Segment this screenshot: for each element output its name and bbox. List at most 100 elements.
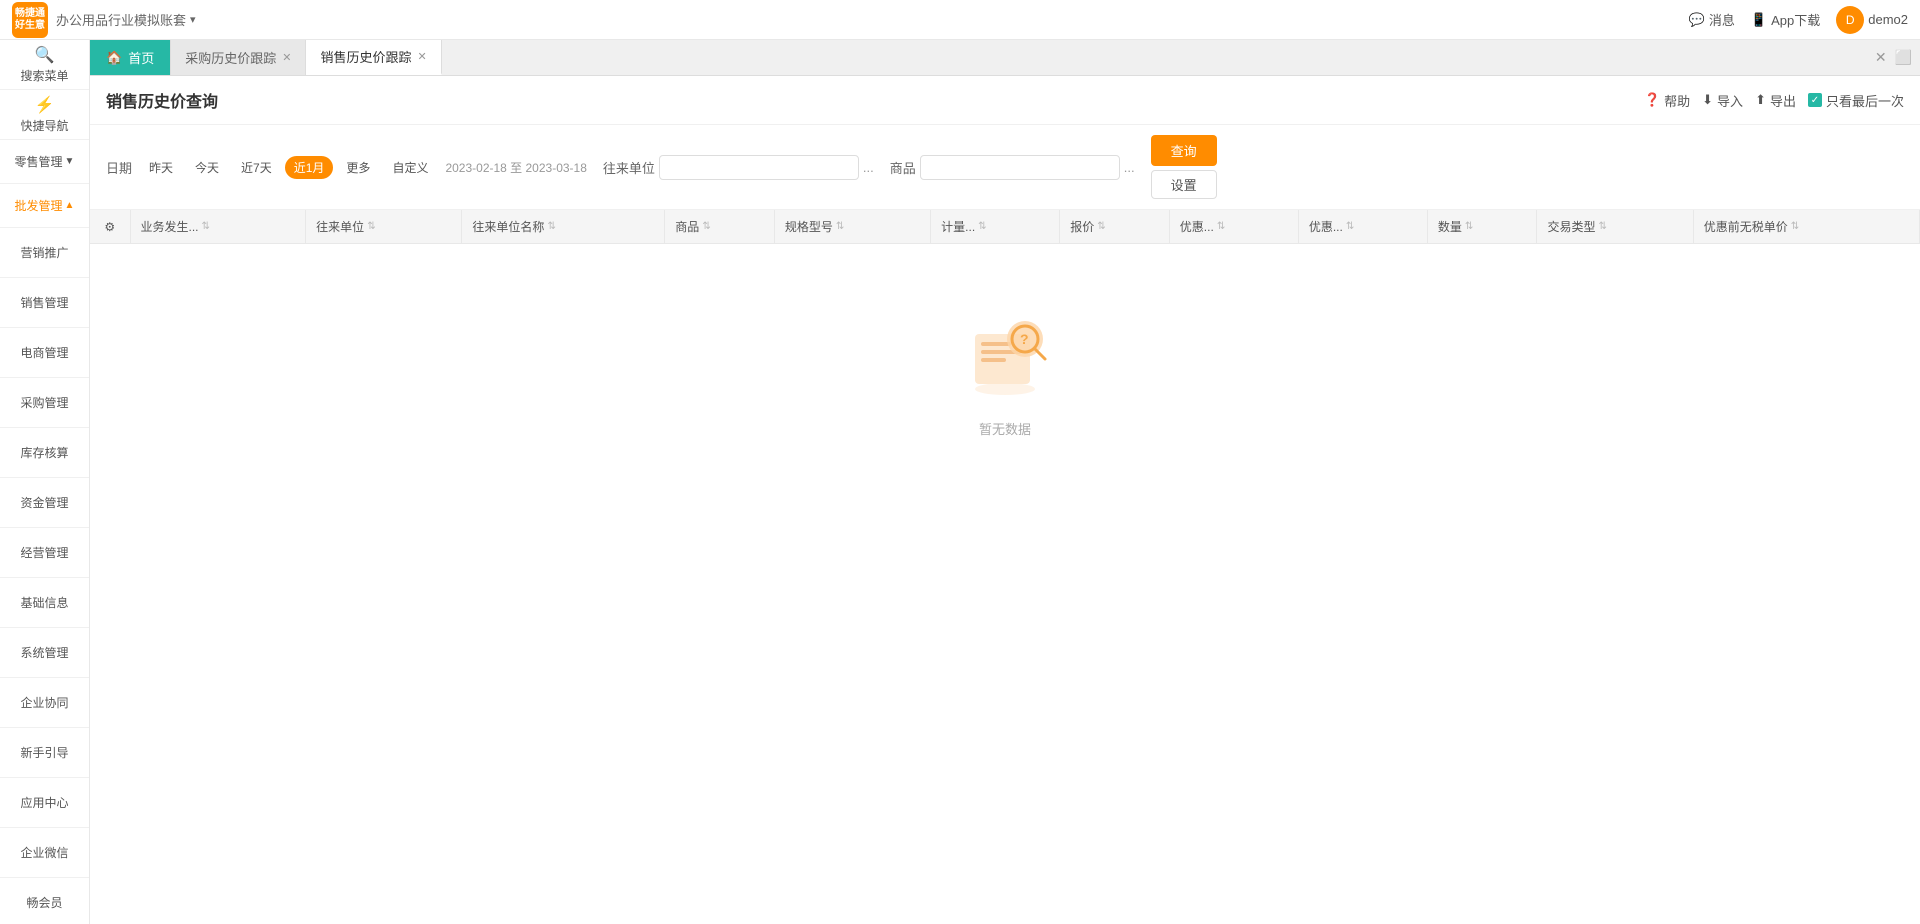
sidebar-item-enterprise[interactable]: 企业协同 — [0, 678, 89, 728]
top-bar: 畅捷通好生意 办公用品行业模拟账套 ▾ 💬 消息 📱 App下载 D demo2 — [0, 0, 1920, 40]
sidebar-item-wholesale[interactable]: 批发管理 ▲ — [0, 184, 89, 228]
sidebar-item-label: 经营管理 — [20, 544, 68, 561]
filter-row-date: 日期 昨天 今天 近7天 近1月 更多 自定义 2023-02-18 至 202… — [106, 156, 587, 179]
date-btn-7days[interactable]: 近7天 — [232, 156, 281, 179]
tab-home[interactable]: 🏠 首页 — [90, 40, 171, 75]
date-btn-1month[interactable]: 近1月 — [285, 156, 334, 179]
sidebar-item-label: 零售管理 — [15, 153, 63, 170]
sidebar-item-label: 电商管理 — [20, 344, 68, 361]
th-goods[interactable]: 商品 ⇅ — [665, 210, 775, 244]
sidebar-item-member[interactable]: 畅会员 — [0, 878, 89, 924]
th-biz-date[interactable]: 业务发生... ⇅ — [130, 210, 306, 244]
th-discount2[interactable]: 优惠... ⇅ — [1298, 210, 1427, 244]
sidebar-item-search-menu[interactable]: 🔍 搜索菜单 — [0, 40, 89, 90]
sort-icon: ⇅ — [1465, 221, 1473, 232]
sidebar-item-apps[interactable]: 应用中心 — [0, 778, 89, 828]
avatar: D — [1836, 6, 1864, 34]
goods-dots[interactable]: ... — [1124, 160, 1135, 175]
sidebar-item-marketing[interactable]: 营销推广 — [0, 228, 89, 278]
table-header: ⚙ 业务发生... ⇅ 往来单位 — [90, 210, 1920, 244]
only-last-checkbox-label[interactable]: 只看最后一次 — [1808, 91, 1904, 110]
tab-bar: 🏠 首页 采购历史价跟踪 ✕ 销售历史价跟踪 ✕ ✕ ⬜ — [90, 40, 1920, 76]
th-quantity[interactable]: 数量 ⇅ — [1427, 210, 1537, 244]
only-last-checkbox[interactable] — [1808, 93, 1822, 107]
maximize-icon[interactable]: ⬜ — [1895, 49, 1912, 66]
sidebar-item-wechat[interactable]: 企业微信 — [0, 828, 89, 878]
th-settings[interactable]: ⚙ — [90, 210, 130, 244]
sidebar-item-finance[interactable]: 资金管理 — [0, 478, 89, 528]
sidebar-item-label: 应用中心 — [20, 794, 68, 811]
sidebar-item-purchase[interactable]: 采购管理 — [0, 378, 89, 428]
empty-state: ? 暂无数据 — [90, 244, 1920, 498]
close-all-icon[interactable]: ✕ — [1875, 49, 1887, 66]
download-icon: 📱 — [1751, 12, 1767, 28]
setting-button[interactable]: 设置 — [1151, 170, 1217, 199]
goods-input[interactable] — [920, 155, 1120, 180]
partner-input[interactable] — [659, 155, 859, 180]
sort-icon: ⇅ — [547, 221, 555, 232]
th-partner-name[interactable]: 往来单位名称 ⇅ — [462, 210, 665, 244]
sort-icon: ⇅ — [1791, 221, 1799, 232]
arrow-down-icon: ▼ — [65, 156, 75, 167]
home-icon: 🏠 — [106, 50, 122, 66]
sidebar-item-label: 企业微信 — [20, 844, 68, 861]
th-pre-tax[interactable]: 优惠前无税单价 ⇅ — [1693, 210, 1919, 244]
sidebar-item-inventory[interactable]: 库存核算 — [0, 428, 89, 478]
filter-actions: 查询 设置 — [1151, 135, 1217, 199]
date-label: 日期 — [106, 158, 132, 177]
th-trade-type[interactable]: 交易类型 ⇅ — [1537, 210, 1693, 244]
export-icon: ⬆ — [1755, 92, 1766, 108]
main-layout: 🔍 搜索菜单 ⚡ 快捷导航 零售管理 ▼ 批发管理 ▲ 营销推广 销售管理 电商… — [0, 40, 1920, 924]
sidebar-item-label: 采购管理 — [20, 394, 68, 411]
sidebar-item-basic[interactable]: 基础信息 — [0, 578, 89, 628]
th-partner-code[interactable]: 往来单位 ⇅ — [306, 210, 462, 244]
import-icon: ⬇ — [1702, 92, 1713, 108]
partner-dots[interactable]: ... — [863, 160, 874, 175]
sidebar-item-system[interactable]: 系统管理 — [0, 628, 89, 678]
import-button[interactable]: ⬇ 导入 — [1702, 91, 1743, 110]
th-spec[interactable]: 规格型号 ⇅ — [774, 210, 930, 244]
chevron-down-icon: ▾ — [190, 13, 196, 26]
app-selector[interactable]: 办公用品行业模拟账套 ▾ — [56, 10, 196, 29]
message-button[interactable]: 💬 消息 — [1689, 10, 1735, 29]
tab-sales-history[interactable]: 销售历史价跟踪 ✕ — [306, 40, 441, 75]
sidebar-item-operations[interactable]: 经营管理 — [0, 528, 89, 578]
help-button[interactable]: ❓ 帮助 — [1644, 91, 1690, 110]
query-button[interactable]: 查询 — [1151, 135, 1217, 166]
sort-icon: ⇅ — [1598, 221, 1606, 232]
sidebar-item-sales[interactable]: 销售管理 — [0, 278, 89, 328]
logo: 畅捷通好生意 — [12, 2, 48, 38]
tab-close-sales[interactable]: ✕ — [417, 50, 426, 63]
tab-close-purchase[interactable]: ✕ — [282, 51, 291, 64]
date-btn-more[interactable]: 更多 — [337, 156, 379, 179]
content-area: 🏠 首页 采购历史价跟踪 ✕ 销售历史价跟踪 ✕ ✕ ⬜ 销售历史价查询 — [90, 40, 1920, 924]
sort-icon: ⇅ — [367, 221, 375, 232]
empty-text: 暂无数据 — [979, 419, 1031, 438]
th-quote[interactable]: 报价 ⇅ — [1060, 210, 1170, 244]
sidebar-item-label: 新手引导 — [20, 744, 68, 761]
goods-label: 商品 — [890, 158, 916, 177]
sidebar-item-label: 系统管理 — [20, 644, 68, 661]
app-download-button[interactable]: 📱 App下载 — [1751, 10, 1820, 29]
filter-partner: 往来单位 ... — [603, 155, 874, 180]
date-btn-yesterday[interactable]: 昨天 — [140, 156, 182, 179]
sidebar-item-label: 企业协同 — [20, 694, 68, 711]
sidebar-item-retail[interactable]: 零售管理 ▼ — [0, 140, 89, 184]
sidebar-item-label: 销售管理 — [20, 294, 68, 311]
sidebar-item-shortcuts[interactable]: ⚡ 快捷导航 — [0, 90, 89, 140]
th-unit[interactable]: 计量... ⇅ — [931, 210, 1060, 244]
sidebar-item-label: 营销推广 — [20, 244, 68, 261]
filter-goods: 商品 ... — [890, 155, 1135, 180]
date-btn-custom[interactable]: 自定义 — [383, 156, 437, 179]
date-btn-today[interactable]: 今天 — [186, 156, 228, 179]
sort-icon: ⇅ — [836, 221, 844, 232]
export-button[interactable]: ⬆ 导出 — [1755, 91, 1796, 110]
th-discount1[interactable]: 优惠... ⇅ — [1169, 210, 1298, 244]
empty-illustration: ? — [955, 304, 1055, 407]
sort-icon: ⇅ — [978, 221, 986, 232]
tab-purchase-history[interactable]: 采购历史价跟踪 ✕ — [171, 40, 306, 75]
user-menu[interactable]: D demo2 — [1836, 6, 1908, 34]
lightning-icon: ⚡ — [35, 95, 55, 115]
sidebar-item-guide[interactable]: 新手引导 — [0, 728, 89, 778]
sidebar-item-ecommerce[interactable]: 电商管理 — [0, 328, 89, 378]
